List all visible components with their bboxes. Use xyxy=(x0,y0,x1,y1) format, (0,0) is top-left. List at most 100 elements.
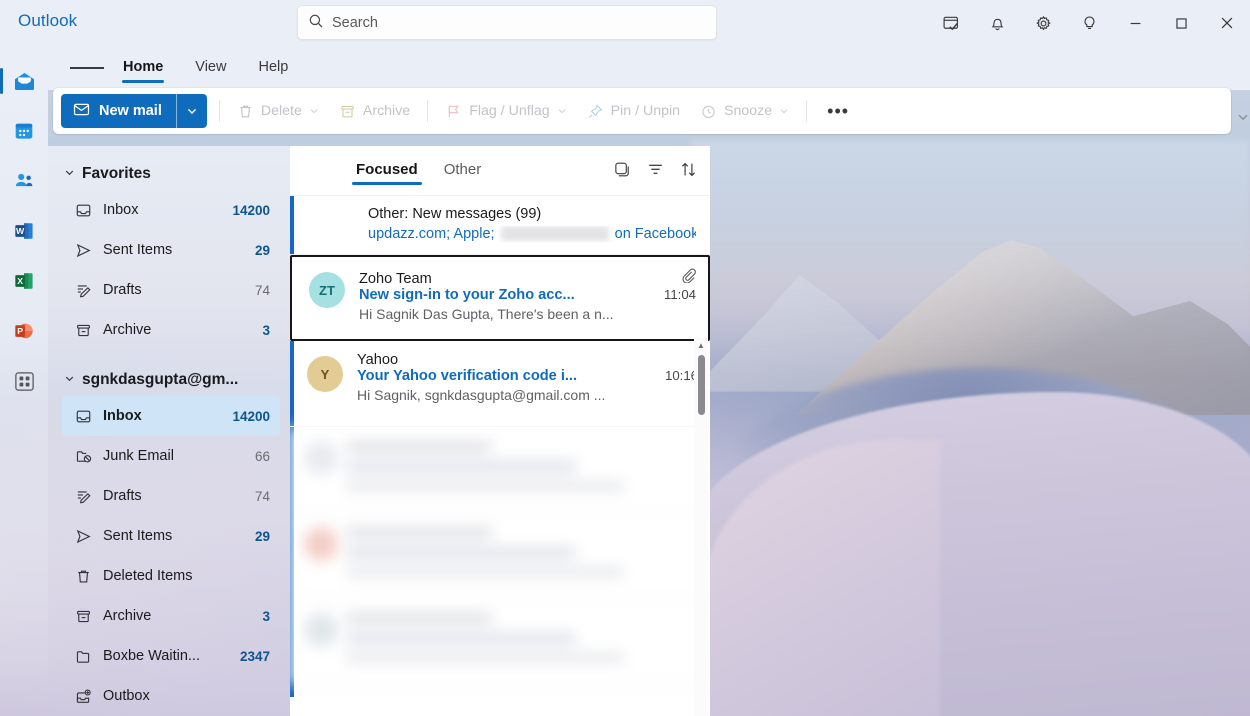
folder-count: 74 xyxy=(254,282,270,298)
new-mail-main[interactable]: New mail xyxy=(61,94,176,128)
folder-acct-archive[interactable]: Archive 3 xyxy=(62,596,280,636)
message-subject: New sign-in to your Zoho acc... xyxy=(359,287,575,303)
folder-label: Sent Items xyxy=(103,242,173,258)
folder-acct-junk-email[interactable]: Junk Email 66 xyxy=(62,436,280,476)
rail-item-word[interactable]: W xyxy=(0,206,48,256)
message-item-zoho-team[interactable]: ZT Zoho Team New sign-in to your Zoho ac… xyxy=(290,255,710,341)
tab-help[interactable]: Help xyxy=(245,53,301,83)
other-summary-senders-after: on Facebook; S... xyxy=(614,226,696,242)
rail-item-people[interactable] xyxy=(0,156,48,206)
delete-label: Delete xyxy=(260,103,302,119)
sort-icon[interactable] xyxy=(679,160,698,182)
folder-label: Deleted Items xyxy=(103,568,193,584)
folder-acct-sent-items[interactable]: Sent Items 29 xyxy=(62,516,280,556)
archive-button[interactable]: Archive xyxy=(330,94,419,128)
command-bar: New mail Delete Archive Flag / Unflag Pi… xyxy=(53,88,1231,134)
new-mail-button[interactable]: New mail xyxy=(61,94,207,128)
delete-chevron-down-icon xyxy=(310,109,318,114)
search-box[interactable]: Search xyxy=(297,5,717,40)
scroll-up-arrow-icon[interactable]: ▲ xyxy=(697,338,705,353)
message-preview: Hi Sagnik, sgnkdasgupta@gmail.com ... xyxy=(357,387,606,403)
svg-text:P: P xyxy=(17,326,23,336)
list-item[interactable] xyxy=(290,427,710,513)
message-list-header: Focused Other xyxy=(290,146,710,196)
new-mail-chevron-down-icon[interactable] xyxy=(177,94,207,128)
unread-indicator xyxy=(290,341,294,426)
svg-text:W: W xyxy=(16,226,25,236)
flag-unflag-button[interactable]: Flag / Unflag xyxy=(436,94,575,128)
folder-fav-inbox[interactable]: Inbox 14200 xyxy=(62,190,280,230)
message-sender: Zoho Team xyxy=(359,271,432,287)
more-commands-button[interactable]: ••• xyxy=(815,102,861,120)
conversation-group-icon[interactable] xyxy=(613,160,632,182)
avatar: Y xyxy=(307,356,343,392)
pivot-other[interactable]: Other xyxy=(440,155,486,187)
attachment-clip-icon xyxy=(681,268,696,287)
rail-item-mail[interactable] xyxy=(0,56,48,106)
tab-view[interactable]: View xyxy=(182,53,239,83)
lightbulb-icon[interactable] xyxy=(1066,0,1112,46)
folder-fav-archive[interactable]: Archive 3 xyxy=(62,310,280,350)
message-subject: Your Yahoo verification code i... xyxy=(357,368,578,384)
list-item[interactable] xyxy=(290,513,710,599)
avatar: ZT xyxy=(309,272,345,308)
folder-label: Drafts xyxy=(103,488,142,504)
filter-icon[interactable] xyxy=(646,160,665,182)
archive-box-icon xyxy=(74,608,92,625)
rail-item-apps[interactable] xyxy=(0,356,48,406)
redacted-message-rows[interactable] xyxy=(290,427,710,685)
list-item[interactable] xyxy=(290,599,710,685)
folder-label: Outbox xyxy=(103,688,150,704)
folder-label: Drafts xyxy=(103,282,142,298)
folder-acct-deleted-items[interactable]: Deleted Items xyxy=(62,556,280,596)
titlebar-actions xyxy=(928,0,1250,46)
snooze-button[interactable]: Snooze xyxy=(691,94,798,128)
folder-acct-drafts[interactable]: Drafts 74 xyxy=(62,476,280,516)
folder-icon xyxy=(74,648,92,665)
pivot-focused[interactable]: Focused xyxy=(352,155,422,187)
folder-label: Archive xyxy=(103,608,152,624)
trash-icon xyxy=(74,568,92,585)
other-summary-line2: updazz.com; Apple; on Facebook; S... xyxy=(368,226,696,242)
folder-acct-outbox[interactable]: Outbox xyxy=(62,676,280,716)
message-preview: Hi Sagnik Das Gupta, There's been a n... xyxy=(359,306,614,322)
rail-item-calendar[interactable] xyxy=(0,106,48,156)
folder-label: Inbox xyxy=(103,408,142,424)
inbox-icon xyxy=(74,202,92,219)
other-summary-line1: Other: New messages (99) xyxy=(368,206,542,222)
message-list-scrollbar[interactable]: ▲ ▼ xyxy=(694,338,708,716)
hamburger-menu-icon[interactable] xyxy=(70,51,104,85)
app-title: Outlook xyxy=(18,11,78,30)
minimize-button[interactable] xyxy=(1112,0,1158,46)
delete-button[interactable]: Delete xyxy=(228,94,328,128)
flag-chevron-down-icon xyxy=(558,109,566,114)
maximize-button[interactable] xyxy=(1158,0,1204,46)
folder-acct-boxbe-waiting[interactable]: Boxbe Waitin... 2347 xyxy=(62,636,280,676)
ribbon-collapse-chevron-down-icon[interactable] xyxy=(1236,110,1250,127)
new-mail-label: New mail xyxy=(99,103,162,119)
scrollbar-thumb[interactable] xyxy=(697,355,705,415)
folder-count: 29 xyxy=(254,528,270,544)
gear-icon[interactable] xyxy=(1020,0,1066,46)
bell-icon[interactable] xyxy=(974,0,1020,46)
app-rail: W X P xyxy=(0,46,48,716)
rail-item-excel[interactable]: X xyxy=(0,256,48,306)
favorites-group-header[interactable]: Favorites xyxy=(48,158,290,190)
other-messages-summary[interactable]: Other: New messages (99) updazz.com; App… xyxy=(290,196,710,255)
svg-text:X: X xyxy=(17,276,23,286)
message-item-yahoo[interactable]: Y Yahoo Your Yahoo verification code i..… xyxy=(290,341,710,427)
account-group-header[interactable]: sgnkdasgupta@gm... xyxy=(48,364,290,396)
flag-unflag-label: Flag / Unflag xyxy=(469,103,550,119)
outlook-window: Outlook Search W X P Home View Help New … xyxy=(0,0,1250,716)
avatar xyxy=(304,441,338,475)
close-button[interactable] xyxy=(1204,0,1250,46)
junk-icon xyxy=(74,448,92,465)
folder-fav-drafts[interactable]: Drafts 74 xyxy=(62,270,280,310)
todo-checkmark-icon[interactable] xyxy=(928,0,974,46)
rail-item-powerpoint[interactable]: P xyxy=(0,306,48,356)
tab-home[interactable]: Home xyxy=(110,53,176,83)
folder-acct-inbox[interactable]: Inbox 14200 xyxy=(62,396,280,436)
pin-unpin-button[interactable]: Pin / Unpin xyxy=(578,94,689,128)
send-icon xyxy=(74,242,92,259)
folder-fav-sent-items[interactable]: Sent Items 29 xyxy=(62,230,280,270)
